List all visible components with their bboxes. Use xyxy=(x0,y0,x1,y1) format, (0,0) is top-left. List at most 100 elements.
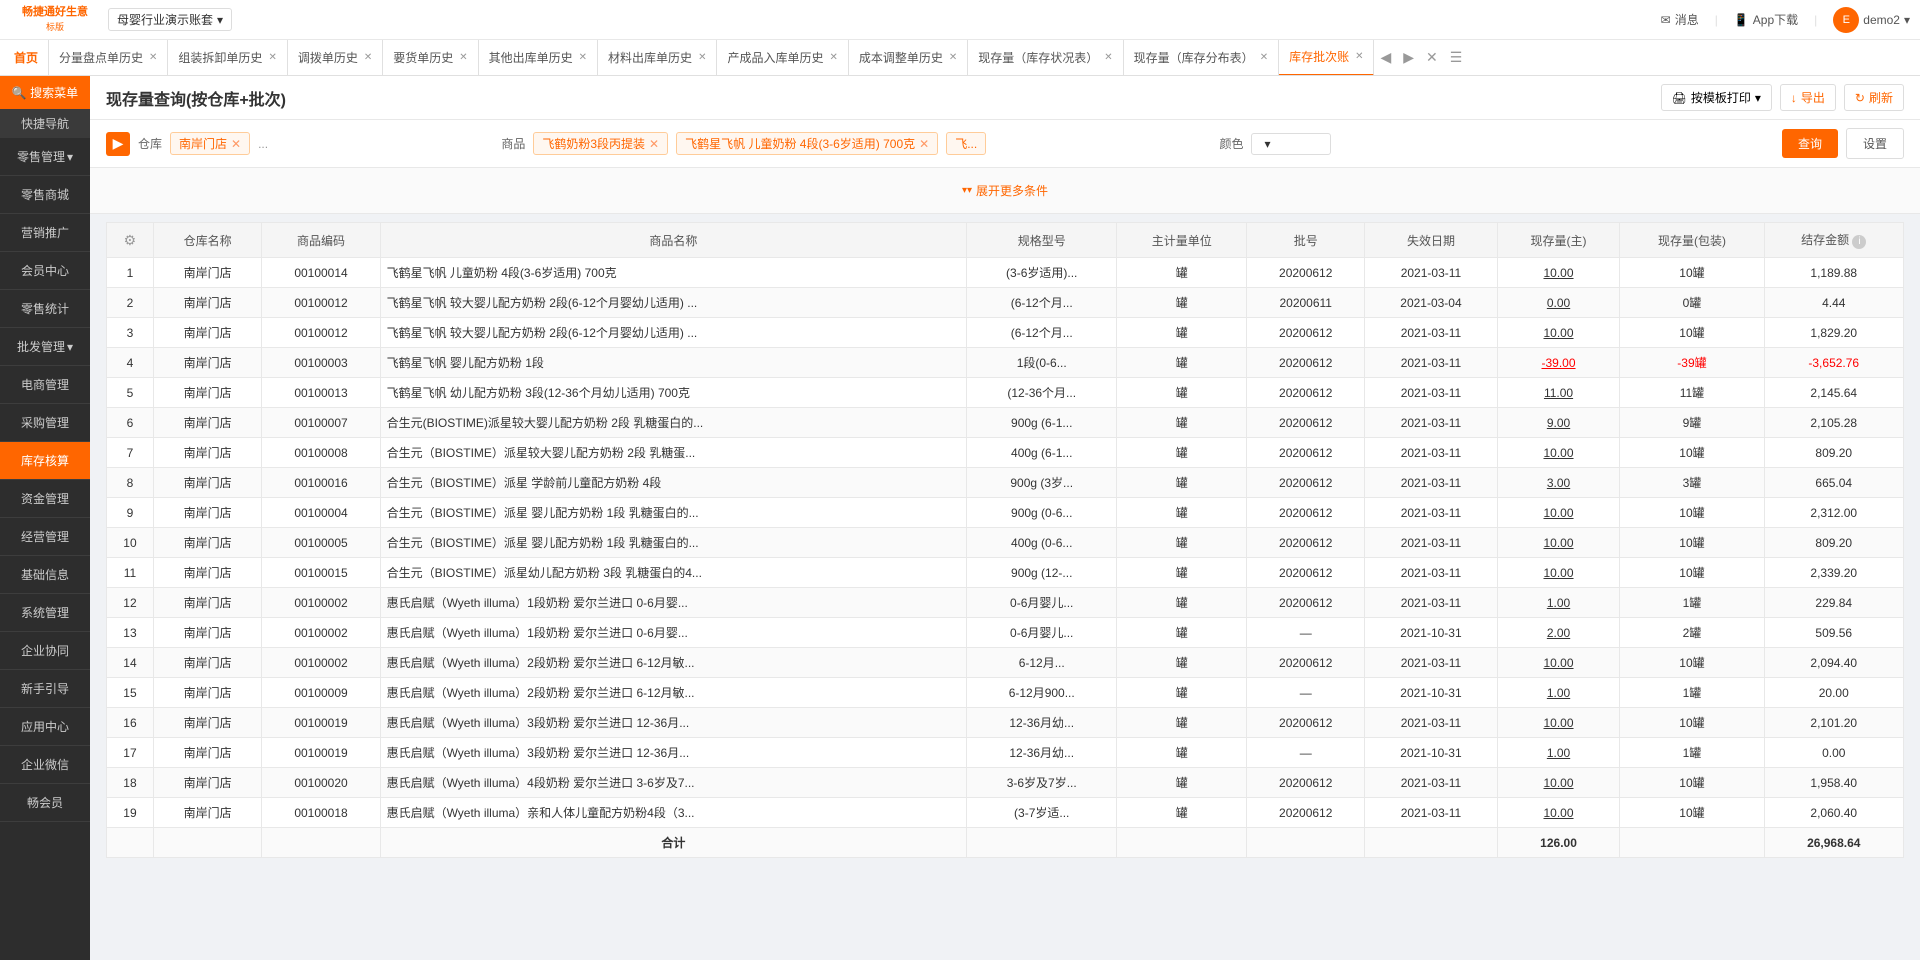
tab-material-out[interactable]: 材料出库单历史 ✕ xyxy=(598,40,717,76)
sidebar-item-system[interactable]: 系统管理 xyxy=(0,594,90,632)
cell-unit: 罐 xyxy=(1117,318,1247,348)
cell-spec: (3-6岁适用)... xyxy=(967,258,1117,288)
cell-stock-main[interactable]: 9.00 xyxy=(1497,408,1620,438)
tab-menu-btn[interactable]: ☰ xyxy=(1444,49,1469,66)
sidebar-item-wholesale[interactable]: 批发管理 ▾ xyxy=(0,328,90,366)
tab-require[interactable]: 要货单历史 ✕ xyxy=(383,40,478,76)
tab-home[interactable]: 首页 xyxy=(4,40,49,76)
cell-stock-main[interactable]: 10.00 xyxy=(1497,318,1620,348)
sidebar-item-ecommerce[interactable]: 电商管理 xyxy=(0,366,90,404)
sidebar-item-marketing[interactable]: 营销推广 xyxy=(0,214,90,252)
cell-stock-main[interactable]: 10.00 xyxy=(1497,438,1620,468)
tab-close-icon[interactable]: ✕ xyxy=(698,52,706,63)
sidebar-item-enterprise-wechat[interactable]: 企业微信 xyxy=(0,746,90,784)
query-button[interactable]: 查询 xyxy=(1782,129,1838,158)
warehouse-tag-close[interactable]: ✕ xyxy=(231,137,241,151)
cell-stock-main[interactable]: 1.00 xyxy=(1497,678,1620,708)
tab-next-btn[interactable]: ▶ xyxy=(1397,49,1420,66)
settings-button[interactable]: 设置 xyxy=(1846,128,1904,159)
sidebar-label: 零售商城 xyxy=(21,188,69,202)
cell-spec: 0-6月婴儿... xyxy=(967,588,1117,618)
product-tag-2-close[interactable]: ✕ xyxy=(919,137,929,151)
tab-product-in[interactable]: 产成品入库单历史 ✕ xyxy=(717,40,848,76)
tab-close-icon[interactable]: ✕ xyxy=(268,52,276,63)
tab-close-icon[interactable]: ✕ xyxy=(149,52,157,63)
sidebar-item-purchase[interactable]: 采购管理 xyxy=(0,404,90,442)
sidebar-item-app-center[interactable]: 应用中心 xyxy=(0,708,90,746)
cell-stock-main[interactable]: 11.00 xyxy=(1497,378,1620,408)
cell-stock-main[interactable]: 10.00 xyxy=(1497,258,1620,288)
cell-stock-main[interactable]: 0.00 xyxy=(1497,288,1620,318)
tab-mix[interactable]: 调拨单历史 ✕ xyxy=(288,40,383,76)
sidebar-item-operations[interactable]: 经营管理 xyxy=(0,518,90,556)
refresh-button[interactable]: ↻ 刷新 xyxy=(1844,84,1904,111)
expand-btn[interactable]: ▾▾ 展开更多条件 xyxy=(962,178,1048,203)
sidebar-item-retail-shop[interactable]: 零售商城 xyxy=(0,176,90,214)
sidebar-item-members[interactable]: 会员中心 xyxy=(0,252,90,290)
tab-close-icon[interactable]: ✕ xyxy=(1104,52,1112,63)
sidebar-item-member-card[interactable]: 畅会员 xyxy=(0,784,90,822)
app-download-btn[interactable]: 📱 App下载 xyxy=(1734,11,1798,28)
filter-more-dots[interactable]: ... xyxy=(258,137,268,151)
tab-stock-batch-label: 库存批次账 xyxy=(1289,48,1349,65)
tab-close-icon[interactable]: ✕ xyxy=(829,52,837,63)
sidebar-item-guide[interactable]: 新手引导 xyxy=(0,670,90,708)
tab-close-icon[interactable]: ✕ xyxy=(459,52,467,63)
chevron-down-icon: ▾ xyxy=(217,13,223,27)
cell-batch: 20200612 xyxy=(1247,438,1365,468)
cell-stock-main[interactable]: 10.00 xyxy=(1497,558,1620,588)
tab-stock-dist[interactable]: 现存量（库存分布表） ✕ xyxy=(1124,40,1279,76)
tab-close-icon[interactable]: ✕ xyxy=(1355,51,1363,62)
settings-icon[interactable]: ⚙ xyxy=(124,232,137,248)
print-button[interactable]: 🖨 按模板打印 ▾ xyxy=(1661,84,1772,111)
color-dropdown[interactable]: ▾ xyxy=(1251,133,1331,155)
cell-stock-main[interactable]: 2.00 xyxy=(1497,618,1620,648)
message-btn[interactable]: ✉ 消息 xyxy=(1661,11,1699,28)
tab-close-all-btn[interactable]: ✕ xyxy=(1420,49,1444,66)
cell-warehouse: 南岸门店 xyxy=(153,348,262,378)
tab-cost-adjust[interactable]: 成本调整单历史 ✕ xyxy=(849,40,968,76)
user-area[interactable]: E demo2 ▾ xyxy=(1833,7,1910,33)
th-code: 商品编码 xyxy=(262,223,380,258)
tab-split-stock[interactable]: 分量盘点单历史 ✕ xyxy=(49,40,168,76)
cell-stock-main[interactable]: -39.00 xyxy=(1497,348,1620,378)
cell-stock-pkg: 11罐 xyxy=(1620,378,1764,408)
tab-close-icon[interactable]: ✕ xyxy=(1260,52,1268,63)
sidebar-search[interactable]: 🔍 搜索菜单 xyxy=(0,76,90,109)
cell-balance: 2,312.00 xyxy=(1764,498,1903,528)
tab-disassembly[interactable]: 组装拆卸单历史 ✕ xyxy=(168,40,287,76)
cell-stock-main[interactable]: 10.00 xyxy=(1497,768,1620,798)
sidebar-item-inventory[interactable]: 库存核算 xyxy=(0,442,90,480)
cell-balance: 2,101.20 xyxy=(1764,708,1903,738)
tab-stock-batch[interactable]: 库存批次账 ✕ xyxy=(1279,40,1374,76)
sidebar-label: 新手引导 xyxy=(21,682,69,696)
tab-close-icon[interactable]: ✕ xyxy=(364,52,372,63)
sidebar-nav[interactable]: 快捷导航 xyxy=(0,109,90,138)
cell-stock-main[interactable]: 10.00 xyxy=(1497,648,1620,678)
cell-stock-main[interactable]: 1.00 xyxy=(1497,738,1620,768)
filter-expand-arrow-btn[interactable]: ▶ xyxy=(106,132,130,156)
export-button[interactable]: ↓ 导出 xyxy=(1780,84,1836,111)
sidebar-item-finance[interactable]: 资金管理 xyxy=(0,480,90,518)
cell-stock-main[interactable]: 10.00 xyxy=(1497,528,1620,558)
balance-help-icon[interactable]: i xyxy=(1852,235,1866,249)
tab-close-icon[interactable]: ✕ xyxy=(579,52,587,63)
sidebar-item-enterprise[interactable]: 企业协同 xyxy=(0,632,90,670)
th-name: 商品名称 xyxy=(380,223,967,258)
cell-index: 14 xyxy=(107,648,154,678)
cell-stock-main[interactable]: 10.00 xyxy=(1497,708,1620,738)
product-tag-1-close[interactable]: ✕ xyxy=(649,137,659,151)
sidebar-item-basic[interactable]: 基础信息 xyxy=(0,556,90,594)
warehouse-selector[interactable]: 母婴行业演示账套 ▾ xyxy=(108,8,232,31)
cell-stock-main[interactable]: 10.00 xyxy=(1497,498,1620,528)
tab-prev-btn[interactable]: ◀ xyxy=(1374,49,1397,66)
th-settings[interactable]: ⚙ xyxy=(107,223,154,258)
tab-stock-status[interactable]: 现存量（库存状况表） ✕ xyxy=(968,40,1123,76)
sidebar-item-retail-stats[interactable]: 零售统计 xyxy=(0,290,90,328)
sidebar-item-retail-mgmt[interactable]: 零售管理 ▾ xyxy=(0,138,90,176)
tab-close-icon[interactable]: ✕ xyxy=(949,52,957,63)
cell-stock-main[interactable]: 1.00 xyxy=(1497,588,1620,618)
cell-stock-main[interactable]: 10.00 xyxy=(1497,798,1620,828)
cell-stock-main[interactable]: 3.00 xyxy=(1497,468,1620,498)
tab-other-out[interactable]: 其他出库单历史 ✕ xyxy=(479,40,598,76)
